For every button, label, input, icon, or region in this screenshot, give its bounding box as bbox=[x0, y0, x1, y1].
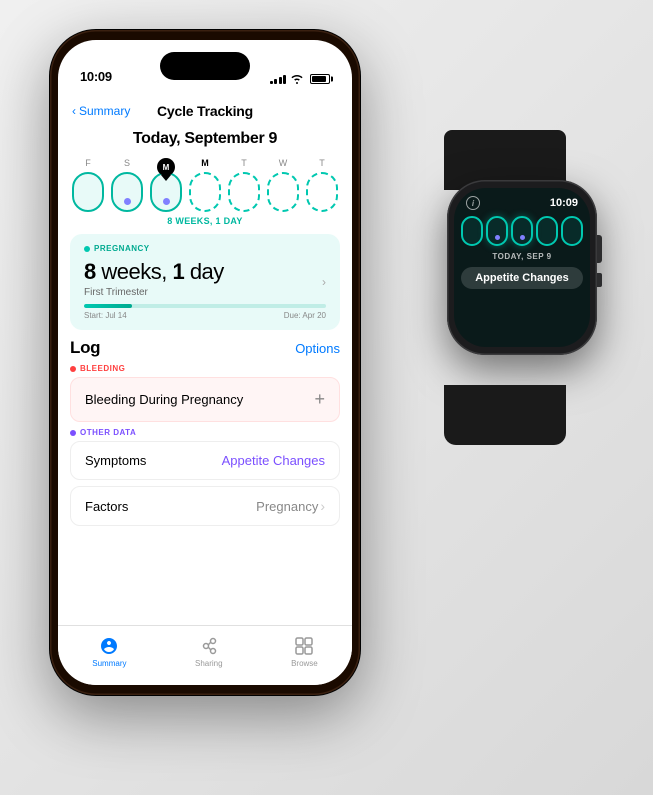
weeks-label: 8 WEEKS, 1 DAY bbox=[66, 216, 344, 226]
date-title: Today, September 9 bbox=[58, 130, 352, 148]
pregnancy-chevron-icon: › bbox=[322, 275, 326, 289]
cycle-dot-1 bbox=[124, 198, 131, 205]
battery-icon bbox=[310, 74, 330, 84]
watch-body: i 10:09 TODAY, SEP 9 bbox=[447, 180, 597, 355]
pregnancy-dot bbox=[84, 246, 90, 252]
cycle-item-1[interactable] bbox=[72, 172, 104, 212]
cycle-dot-today bbox=[163, 198, 170, 205]
watch-cycle-2 bbox=[486, 216, 508, 246]
watch-appetite-badge: Appetite Changes bbox=[461, 267, 583, 289]
cycle-item-2[interactable] bbox=[111, 172, 143, 212]
browse-tab-icon bbox=[293, 635, 315, 657]
watch-cycle-3 bbox=[511, 216, 533, 246]
watch-time: 10:09 bbox=[550, 197, 578, 209]
watch-band-bottom bbox=[444, 385, 566, 445]
symptoms-value: Appetite Changes bbox=[222, 453, 325, 468]
iphone-screen: 10:09 bbox=[58, 40, 352, 685]
pregnancy-section-label: PREGNANCY bbox=[84, 244, 326, 253]
watch-status-bar: i 10:09 bbox=[454, 188, 590, 212]
watch-date-label: TODAY, SEP 9 bbox=[492, 252, 551, 261]
bleeding-row-label: Bleeding During Pregnancy bbox=[85, 392, 243, 407]
main-content: Today, September 9 F S S M T W T bbox=[58, 130, 352, 625]
browse-tab-label: Browse bbox=[291, 659, 318, 668]
cycle-item-6[interactable] bbox=[267, 172, 299, 212]
cycle-item-4[interactable] bbox=[189, 172, 221, 212]
summary-tab-icon bbox=[98, 635, 120, 657]
cycle-item-7[interactable] bbox=[306, 172, 338, 212]
sharing-tab-label: Sharing bbox=[195, 659, 223, 668]
cycles-row: M bbox=[66, 172, 344, 212]
watch-info-icon: i bbox=[466, 196, 480, 210]
nav-back-button[interactable]: ‹ Summary bbox=[72, 104, 130, 118]
watch-cycle-1 bbox=[461, 216, 483, 246]
apple-watch-device: i 10:09 TODAY, SEP 9 bbox=[430, 180, 615, 395]
symptoms-row[interactable]: Symptoms Appetite Changes bbox=[70, 441, 340, 480]
log-title: Log bbox=[70, 338, 100, 358]
signal-icon bbox=[270, 74, 287, 84]
back-chevron-icon: ‹ bbox=[72, 104, 76, 118]
log-options-button[interactable]: Options bbox=[295, 341, 340, 356]
watch-crown bbox=[597, 235, 602, 263]
status-icons bbox=[270, 73, 331, 84]
cycle-item-5[interactable] bbox=[228, 172, 260, 212]
pregnancy-dates: Start: Jul 14 Due: Apr 20 bbox=[84, 311, 326, 320]
calendar-strip: F S S M T W T bbox=[58, 158, 352, 226]
day-label-w: W bbox=[267, 158, 299, 168]
wifi-icon bbox=[290, 73, 304, 84]
watch-cycle-dot-2 bbox=[520, 235, 525, 240]
bleeding-add-button[interactable]: + bbox=[314, 389, 325, 410]
bleeding-section-label: BLEEDING bbox=[70, 364, 340, 373]
tab-sharing[interactable]: Sharing bbox=[195, 635, 223, 668]
nav-bar: ‹ Summary Cycle Tracking bbox=[58, 92, 352, 130]
watch-side-button bbox=[597, 273, 602, 287]
log-section: Log Options BLEEDING Bleeding During Pre… bbox=[70, 338, 340, 526]
bleeding-dot bbox=[70, 366, 76, 372]
progress-fill bbox=[84, 304, 132, 308]
back-label: Summary bbox=[79, 104, 130, 118]
tab-browse[interactable]: Browse bbox=[291, 635, 318, 668]
watch-cycle-4 bbox=[536, 216, 558, 246]
day-labels-row: F S S M T W T bbox=[66, 158, 344, 168]
cycle-item-3[interactable]: M bbox=[150, 172, 182, 212]
scene: 10:09 bbox=[0, 0, 653, 795]
trimester-label: First Trimester bbox=[84, 287, 326, 298]
tab-bar: Summary Sharing Browse bbox=[58, 625, 352, 685]
watch-cycles bbox=[455, 216, 589, 246]
day-label-t1: T bbox=[228, 158, 260, 168]
day-label-t2: T bbox=[306, 158, 338, 168]
today-marker: M bbox=[157, 158, 175, 181]
dynamic-island bbox=[160, 52, 250, 80]
factors-chevron-icon bbox=[320, 498, 325, 514]
nav-title: Cycle Tracking bbox=[157, 103, 253, 119]
sharing-tab-icon bbox=[198, 635, 220, 657]
log-header: Log Options bbox=[70, 338, 340, 358]
summary-tab-label: Summary bbox=[92, 659, 126, 668]
factors-value: Pregnancy bbox=[256, 498, 325, 514]
due-date: Due: Apr 20 bbox=[284, 311, 326, 320]
other-data-dot bbox=[70, 430, 76, 436]
tab-summary[interactable]: Summary bbox=[92, 635, 126, 668]
pregnancy-weeks-display: 8 weeks, 1 day bbox=[84, 259, 326, 285]
day-label-s1: S bbox=[111, 158, 143, 168]
pregnancy-card[interactable]: PREGNANCY 8 weeks, 1 day First Trimester… bbox=[70, 234, 340, 330]
start-date: Start: Jul 14 bbox=[84, 311, 127, 320]
factors-row[interactable]: Factors Pregnancy bbox=[70, 486, 340, 526]
bleeding-row[interactable]: Bleeding During Pregnancy + bbox=[70, 377, 340, 422]
status-time: 10:09 bbox=[80, 69, 112, 84]
watch-cycle-dot-1 bbox=[495, 235, 500, 240]
other-data-section-label: OTHER DATA bbox=[70, 428, 340, 437]
pregnancy-progress-bar bbox=[84, 304, 326, 308]
day-label-f: F bbox=[72, 158, 104, 168]
symptoms-label: Symptoms bbox=[85, 453, 146, 468]
watch-screen: i 10:09 TODAY, SEP 9 bbox=[454, 188, 590, 347]
day-label-m: M bbox=[189, 158, 221, 168]
iphone-device: 10:09 bbox=[50, 30, 360, 695]
factors-label: Factors bbox=[85, 499, 128, 514]
watch-cycle-5 bbox=[561, 216, 583, 246]
